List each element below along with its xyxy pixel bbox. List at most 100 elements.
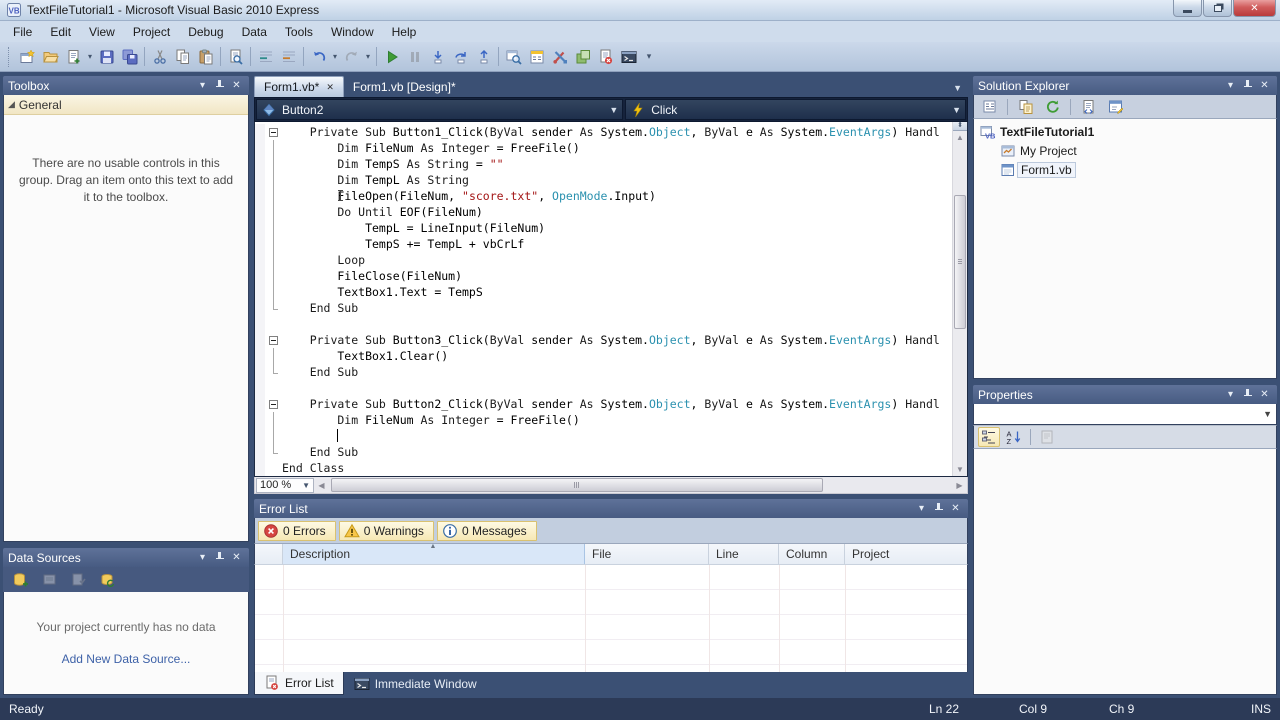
indicator-margin[interactable] (255, 460, 265, 476)
indicator-margin[interactable] (255, 444, 265, 460)
column-header-description[interactable]: Description ▲ (283, 543, 585, 564)
indicator-margin[interactable] (255, 156, 265, 172)
indicator-margin[interactable] (255, 204, 265, 220)
indicator-margin[interactable] (255, 332, 265, 348)
show-all-files-button[interactable] (1014, 95, 1037, 118)
event-dropdown[interactable]: Click ▼ (625, 99, 966, 120)
panel-tab-error-list[interactable]: Error List (254, 672, 344, 695)
view-designer-button[interactable] (1104, 95, 1127, 118)
pin-icon[interactable] (1240, 387, 1255, 402)
break-all-button[interactable] (403, 45, 426, 68)
code-text-area[interactable]: Private Sub Button1_Click(ByVal sender A… (255, 122, 952, 476)
menu-view[interactable]: View (80, 22, 124, 42)
dropdown-caret-icon[interactable]: ▾ (330, 45, 340, 68)
toolbox-tools-button[interactable] (548, 45, 571, 68)
window-position-icon[interactable]: ▾ (1223, 78, 1238, 93)
properties-grid[interactable] (973, 449, 1277, 695)
toolbar-overflow-icon[interactable]: ▾ (642, 51, 656, 62)
document-tab[interactable]: Form1.vb* ✕ (254, 76, 344, 97)
indicator-margin[interactable] (255, 412, 265, 428)
close-panel-icon[interactable]: ✕ (1257, 78, 1272, 93)
step-out-button[interactable] (472, 45, 495, 68)
column-header-column[interactable]: Column (779, 544, 845, 564)
scroll-up-icon[interactable]: ▲ (953, 131, 967, 144)
close-panel-icon[interactable]: ✕ (229, 78, 244, 93)
indicator-margin[interactable] (255, 364, 265, 380)
window-position-icon[interactable]: ▾ (195, 550, 210, 565)
window-position-icon[interactable]: ▾ (914, 501, 929, 516)
solution-explorer-button[interactable] (502, 45, 525, 68)
filter-0-warnings[interactable]: 0 Warnings (338, 520, 434, 541)
restore-button[interactable] (1203, 0, 1232, 17)
error-list-button[interactable] (594, 45, 617, 68)
indicator-margin[interactable] (255, 140, 265, 156)
scrollbar-thumb[interactable] (954, 195, 966, 329)
outlining-margin[interactable] (265, 332, 282, 348)
step-over-button[interactable] (449, 45, 472, 68)
menu-help[interactable]: Help (383, 22, 426, 42)
scroll-right-icon[interactable]: ▶ (952, 481, 967, 490)
indicator-margin[interactable] (255, 300, 265, 316)
tab-close-icon[interactable]: ✕ (326, 82, 334, 93)
menu-data[interactable]: Data (233, 22, 276, 42)
start-debug-button[interactable] (380, 45, 403, 68)
error-list-grid[interactable] (254, 565, 968, 672)
outlining-margin[interactable] (265, 124, 282, 140)
alphabetical-button[interactable]: AZ (1003, 427, 1025, 447)
se-properties-button[interactable] (978, 95, 1001, 118)
add-new-data-source-link[interactable]: Add New Data Source... (4, 652, 248, 666)
redo-button[interactable] (340, 45, 363, 68)
minimize-button[interactable] (1173, 0, 1202, 17)
menu-tools[interactable]: Tools (276, 22, 322, 42)
extension-manager-button[interactable] (571, 45, 594, 68)
splitter-handle[interactable]: ⬍ (953, 122, 967, 131)
window-position-icon[interactable]: ▾ (195, 78, 210, 93)
close-button[interactable]: ✕ (1233, 0, 1276, 17)
configure-wizard-button[interactable] (67, 568, 90, 591)
edit-data-source-button[interactable] (38, 568, 61, 591)
column-header-line[interactable]: Line (709, 544, 779, 564)
save-button[interactable] (95, 45, 118, 68)
property-pages-button[interactable] (1036, 427, 1058, 447)
collapse-box-icon[interactable] (269, 335, 278, 345)
outlining-margin[interactable] (265, 396, 282, 412)
dropdown-caret-icon[interactable]: ▾ (85, 45, 95, 68)
immediate-window-button[interactable] (617, 45, 640, 68)
uncomment-button[interactable] (277, 45, 300, 68)
toolbox-group-general[interactable]: ◢ General (4, 95, 248, 115)
tree-item-my-project[interactable]: My Project (974, 141, 1276, 160)
tree-item-form1-vb[interactable]: Form1.vb (974, 160, 1276, 179)
pin-icon[interactable] (212, 550, 227, 565)
menu-debug[interactable]: Debug (179, 22, 232, 42)
tree-item-textfiletutorial1[interactable]: VB TextFileTutorial1 (974, 122, 1276, 141)
object-dropdown[interactable]: Button2 ▼ (256, 99, 624, 120)
undo-button[interactable] (307, 45, 330, 68)
categorized-button[interactable] (978, 427, 1000, 447)
document-tab[interactable]: Form1.vb [Design]* (344, 77, 465, 97)
scroll-down-icon[interactable]: ▼ (953, 463, 967, 476)
pin-icon[interactable] (931, 501, 946, 516)
view-code-button[interactable] (1077, 95, 1100, 118)
close-panel-icon[interactable]: ✕ (1257, 387, 1272, 402)
find-in-files-button[interactable] (224, 45, 247, 68)
horizontal-scrollbar[interactable] (329, 477, 952, 493)
filter-0-messages[interactable]: 0 Messages (436, 520, 537, 541)
paste-button[interactable] (194, 45, 217, 68)
close-panel-icon[interactable]: ✕ (229, 550, 244, 565)
toolbar-grip[interactable] (8, 46, 12, 67)
close-panel-icon[interactable]: ✕ (948, 501, 963, 516)
indicator-margin[interactable] (255, 348, 265, 364)
indicator-margin[interactable] (255, 428, 265, 444)
dropdown-caret-icon[interactable]: ▾ (363, 45, 373, 68)
indicator-margin[interactable] (255, 268, 265, 284)
cut-button[interactable] (148, 45, 171, 68)
document-list-chevron-icon[interactable]: ▼ (953, 83, 962, 93)
indicator-margin[interactable] (255, 380, 265, 396)
indicator-margin[interactable] (255, 236, 265, 252)
properties-window-button[interactable] (525, 45, 548, 68)
indicator-margin[interactable] (255, 284, 265, 300)
indicator-margin[interactable] (255, 124, 265, 140)
panel-tab-immediate-window[interactable]: Immediate Window (345, 672, 486, 695)
vertical-scrollbar[interactable]: ⬍ ▲ ▼ (952, 122, 967, 476)
indicator-margin[interactable] (255, 172, 265, 188)
